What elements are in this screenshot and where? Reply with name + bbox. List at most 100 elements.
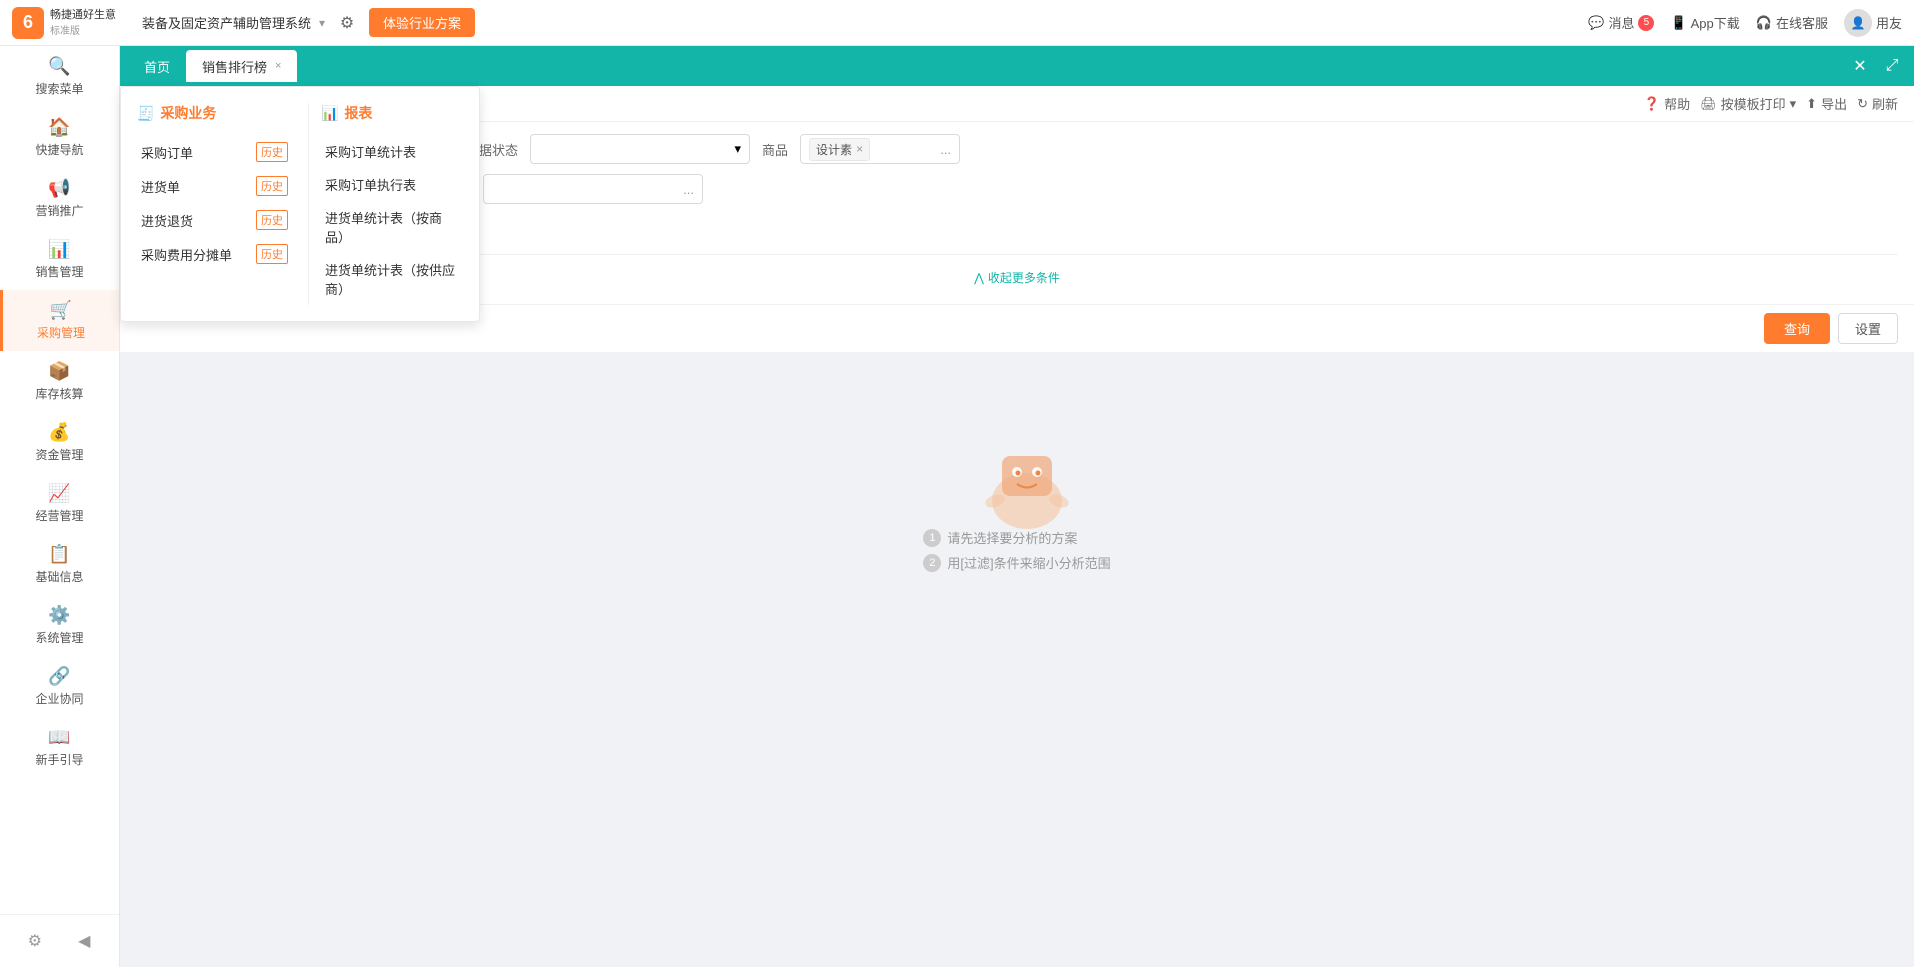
step-2-text: 用[过滤]条件来缩小分析范围 — [947, 553, 1110, 572]
inbound-return-label: 进货退货 — [141, 211, 193, 230]
messages-button[interactable]: 💬 消息 5 — [1588, 13, 1654, 32]
sidebar-item-sales[interactable]: 📊 销售管理 — [0, 229, 119, 290]
status-dropdown-icon: ▾ — [735, 141, 742, 157]
empty-illustration — [967, 436, 1067, 516]
tab-home-label: 首页 — [144, 57, 170, 76]
menu-item-inbound-return[interactable]: 进货退货 历史 — [137, 203, 292, 237]
tab-close-all-icon[interactable]: ✕ — [1846, 52, 1874, 80]
goods-tag-remove[interactable]: × — [856, 142, 863, 156]
header-middle: 装备及固定资产辅助管理系统 ▾ ⚙ 体验行业方案 — [132, 8, 1588, 37]
tab-sales-rank-label: 销售排行榜 — [202, 57, 267, 76]
inventory-icon: 📦 — [48, 361, 70, 382]
export-button[interactable]: ⬆ 导出 — [1806, 94, 1847, 113]
menu-item-purchase-order[interactable]: 采购订单 历史 — [137, 135, 292, 169]
salesperson-more-icon: ... — [683, 182, 694, 197]
refresh-button[interactable]: ↻ 刷新 — [1857, 94, 1898, 113]
sidebar-item-basic[interactable]: 📋 基础信息 — [0, 534, 119, 595]
marketing-icon: 📢 — [48, 178, 70, 199]
menu-item-purchase-order-stats[interactable]: 采购订单统计表 — [321, 135, 463, 168]
goods-tag: 设计素 × — [809, 138, 870, 161]
user-label: 用友 — [1876, 13, 1902, 32]
goods-label: 商品 — [762, 140, 788, 159]
menu-item-purchase-expense[interactable]: 采购费用分摊单 历史 — [137, 237, 292, 271]
salesperson-select[interactable]: ... — [483, 174, 703, 204]
purchase-section: 🧾 采购业务 采购订单 历史 进货单 历史 进货退货 历史 采购费用分摊单 历史 — [137, 103, 292, 305]
purchase-order-stats-label: 采购订单统计表 — [325, 142, 416, 161]
report-section-icon: 📊 — [321, 105, 338, 122]
sidebar-item-search[interactable]: 🔍 搜索菜单 — [0, 46, 119, 107]
inbound-history-badge: 历史 — [256, 176, 288, 196]
purchase-icon: 🛒 — [50, 300, 72, 321]
app-download-button[interactable]: 📱 App下载 — [1670, 13, 1739, 32]
operation-icon: 📈 — [48, 483, 70, 504]
tab-sales-rank[interactable]: 销售排行榜 × — [186, 50, 297, 82]
enterprise-icon: 🔗 — [48, 666, 70, 687]
sidebar-operation-label: 经营管理 — [35, 507, 83, 524]
sidebar-settings-button[interactable]: ⚙ — [19, 925, 51, 957]
tab-close-icon[interactable]: × — [275, 60, 281, 72]
headset-icon: 🎧 — [1756, 15, 1772, 31]
sidebar-item-system[interactable]: ⚙️ 系统管理 — [0, 595, 119, 656]
sidebar-item-inventory[interactable]: 📦 库存核算 — [0, 351, 119, 412]
logo-text: 畅捷通好生意 — [50, 8, 116, 22]
report-section-title: 📊 报表 — [321, 103, 463, 123]
query-button[interactable]: 查询 — [1764, 313, 1830, 344]
guide-icon: 📖 — [48, 727, 70, 748]
message-icon: 💬 — [1588, 15, 1604, 31]
tab-bar: 首页 销售排行榜 × ✕ ⤢ — [120, 46, 1914, 86]
print-label: 按模板打印 — [1721, 94, 1786, 113]
empty-state: 1 请先选择要分析的方案 2 用[过滤]条件来缩小分析范围 — [120, 356, 1914, 652]
step-2-num: 2 — [923, 554, 941, 572]
sidebar-item-operation[interactable]: 📈 经营管理 — [0, 473, 119, 534]
purchase-section-icon: 🧾 — [137, 105, 154, 122]
sales-icon: 📊 — [48, 239, 70, 260]
settings-gear-icon[interactable]: ⚙ — [333, 9, 361, 37]
inbound-stats-goods-label: 进货单统计表（按商品） — [325, 208, 459, 246]
user-area[interactable]: 👤 用友 — [1844, 9, 1902, 37]
print-icon: 🖨 — [1700, 96, 1717, 112]
search-icon: 🔍 — [48, 56, 70, 77]
sidebar-item-finance[interactable]: 💰 资金管理 — [0, 412, 119, 473]
logo-icon: 6 — [12, 7, 44, 39]
sidebar-item-guide[interactable]: 📖 新手引导 — [0, 717, 119, 778]
sidebar-collapse-button[interactable]: ◀ — [68, 925, 100, 957]
refresh-label: 刷新 — [1872, 94, 1898, 113]
help-button[interactable]: ❓ 帮助 — [1644, 94, 1690, 113]
home-icon: 🏠 — [48, 117, 70, 138]
tab-home[interactable]: 首页 — [128, 50, 186, 82]
inbound-stats-supplier-label: 进货单统计表（按供应商） — [325, 260, 459, 298]
menu-item-inbound[interactable]: 进货单 历史 — [137, 169, 292, 203]
menu-item-inbound-stats-supplier[interactable]: 进货单统计表（按供应商） — [321, 253, 463, 305]
sidebar-item-purchase[interactable]: 🛒 采购管理 — [0, 290, 119, 351]
online-service-button[interactable]: 🎧 在线客服 — [1756, 13, 1828, 32]
messages-label: 消息 — [1608, 13, 1634, 32]
sidebar-item-marketing[interactable]: 📢 营销推广 — [0, 168, 119, 229]
menu-item-inbound-stats-goods[interactable]: 进货单统计表（按商品） — [321, 201, 463, 253]
dropdown-arrow-icon[interactable]: ▾ — [319, 16, 325, 30]
purchase-dropdown-menu: 🧾 采购业务 采购订单 历史 进货单 历史 进货退货 历史 采购费用分摊单 历史 — [120, 86, 480, 322]
industry-button[interactable]: 体验行业方案 — [369, 8, 475, 37]
print-button[interactable]: 🖨 按模板打印 ▾ — [1700, 94, 1796, 113]
collapse-label: 收起更多条件 — [988, 269, 1060, 286]
purchase-order-exec-label: 采购订单执行表 — [325, 175, 416, 194]
sidebar-purchase-label: 采购管理 — [37, 324, 85, 341]
sidebar: 🔍 搜索菜单 🏠 快捷导航 📢 营销推广 📊 销售管理 🛒 采购管理 📦 库存核… — [0, 46, 120, 967]
goods-select[interactable]: 设计素 × ... — [800, 134, 960, 164]
status-select[interactable]: ▾ — [530, 134, 750, 164]
print-dropdown-icon: ▾ — [1790, 96, 1797, 112]
collapse-button[interactable]: ⋀ 收起更多条件 — [968, 263, 1066, 292]
sidebar-item-quick[interactable]: 🏠 快捷导航 — [0, 107, 119, 168]
menu-item-purchase-order-exec[interactable]: 采购订单执行表 — [321, 168, 463, 201]
refresh-icon: ↻ — [1857, 96, 1868, 112]
export-label: 导出 — [1821, 94, 1847, 113]
tab-fullscreen-icon[interactable]: ⤢ — [1878, 52, 1906, 80]
purchase-section-title: 🧾 采购业务 — [137, 103, 292, 123]
sidebar-finance-label: 资金管理 — [35, 446, 83, 463]
help-icon: ❓ — [1644, 96, 1660, 112]
sidebar-item-enterprise[interactable]: 🔗 企业协同 — [0, 656, 119, 717]
report-section: 📊 报表 采购订单统计表 采购订单执行表 进货单统计表（按商品） 进货单统计表（… — [308, 103, 463, 305]
sidebar-sales-label: 销售管理 — [35, 263, 83, 280]
purchase-order-label: 采购订单 — [141, 143, 193, 162]
purchase-expense-history-badge: 历史 — [256, 244, 288, 264]
setting-button[interactable]: 设置 — [1838, 313, 1898, 344]
